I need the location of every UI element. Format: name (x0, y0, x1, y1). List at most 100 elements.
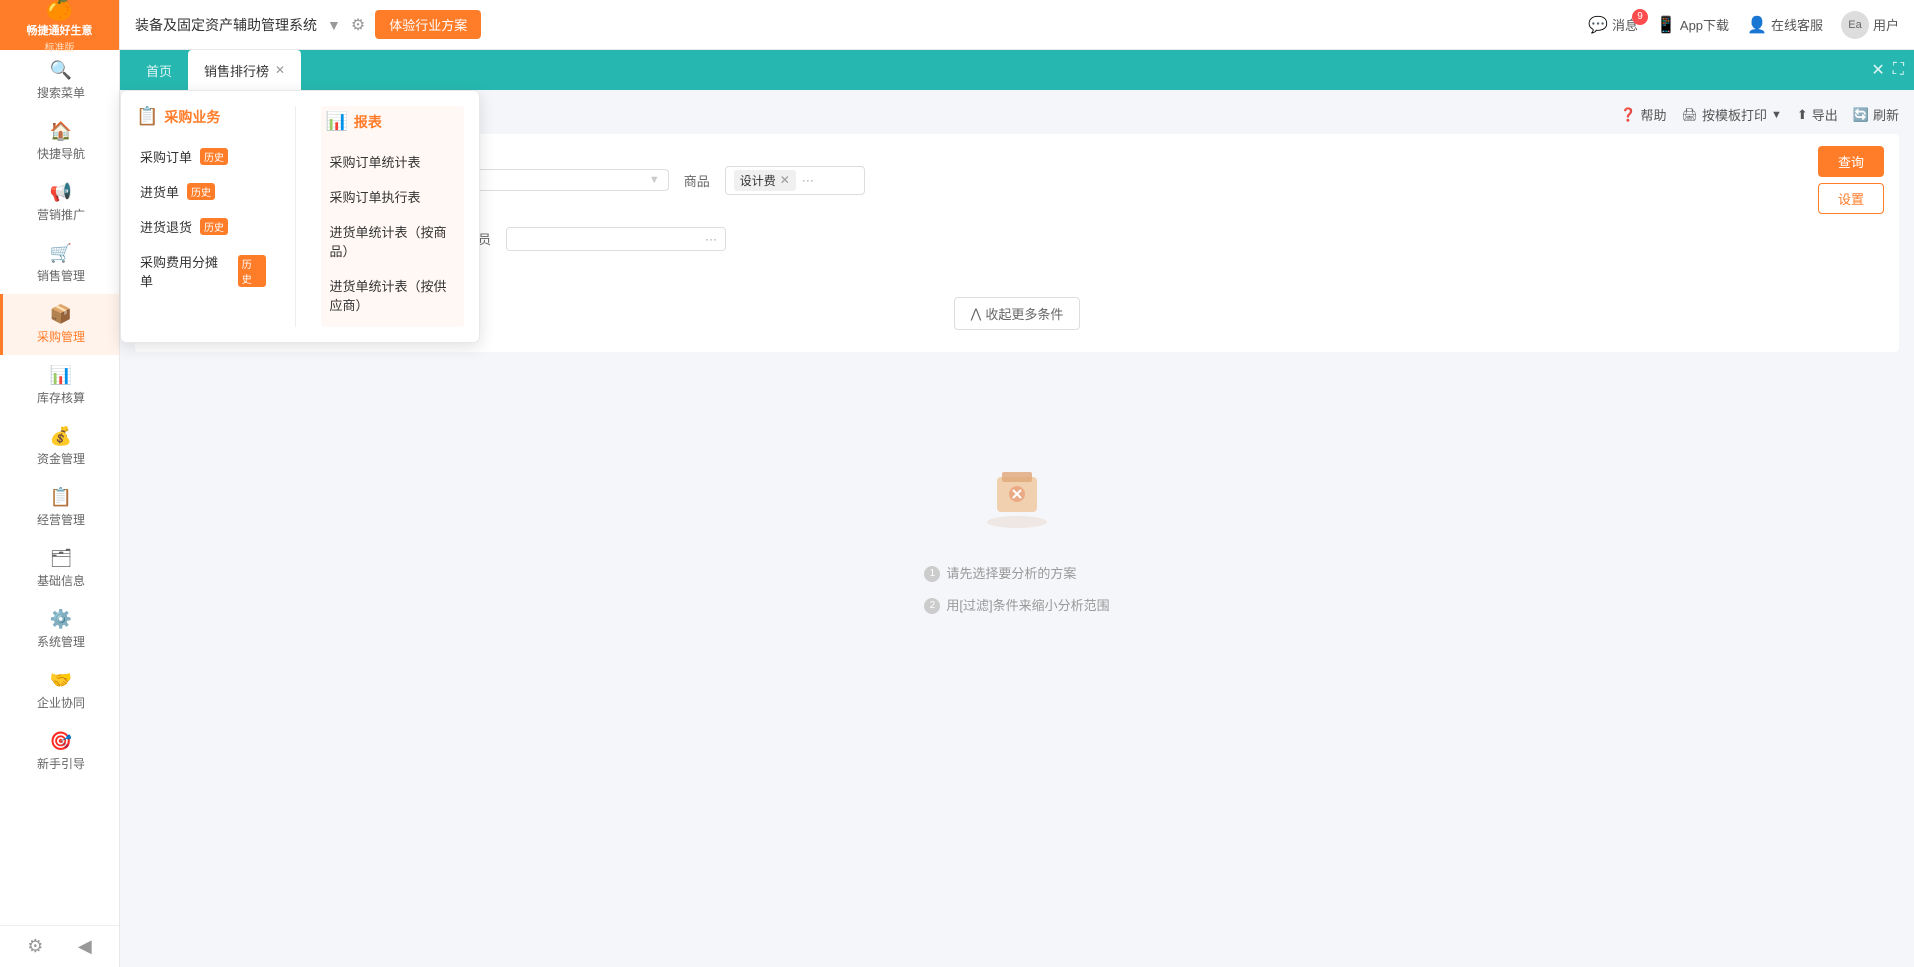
dropdown-label-incoming: 进货单 (140, 182, 179, 201)
history-badge-4: 历史 (238, 255, 266, 287)
sidebar-item-finance[interactable]: 💰 资金管理 (0, 416, 119, 477)
tab-home[interactable]: 首页 (130, 50, 188, 90)
message-badge: 9 (1632, 9, 1648, 25)
dropdown-item-incoming-goods[interactable]: 进货单统计表（按商品） (326, 214, 460, 268)
footer-collapse-icon[interactable]: ◀ (78, 936, 92, 957)
sidebar-item-sales[interactable]: 🛒 销售管理 (0, 233, 119, 294)
sidebar-label-purchase: 采购管理 (37, 328, 85, 345)
dropdown-columns: 📋 采购业务 采购订单 历史 进货单 历史 进货退货 历史 采购费用分摊单 历史 (136, 106, 464, 327)
dropdown-item-return[interactable]: 进货退货 历史 (136, 209, 270, 244)
sidebar-label-sales: 销售管理 (37, 267, 85, 284)
dropdown-item-cost[interactable]: 采购费用分摊单 历史 (136, 244, 270, 298)
finance-icon: 💰 (50, 426, 72, 447)
window-close-icon[interactable]: ✕ (1871, 60, 1884, 80)
print-icon: 🖨 (1681, 107, 1698, 123)
dropdown-item-incoming-supplier[interactable]: 进货单统计表（按供应商） (326, 268, 460, 322)
purchase-col-title: 📋 采购业务 (136, 106, 270, 127)
industry-btn[interactable]: 体验行业方案 (375, 10, 481, 39)
help-btn[interactable]: ❓ 帮助 (1620, 105, 1666, 124)
window-expand-icon[interactable]: ⛶ (1893, 61, 1904, 79)
sidebar-label-quicknav: 快捷导航 (37, 145, 85, 162)
export-icon: ⬆ (1797, 107, 1808, 123)
top-header: 装备及固定资产辅助管理系统 ▼ ⚙ 体验行业方案 💬 9 消息 📱 App下载 … (120, 0, 1914, 50)
help-icon: ❓ (1620, 107, 1636, 123)
user-btn[interactable]: Ea 用户 (1841, 11, 1899, 39)
filter-actions: 查询 设置 (1818, 146, 1884, 214)
report-col-icon: 📊 (326, 111, 348, 132)
dropdown-item-incoming[interactable]: 进货单 历史 (136, 174, 270, 209)
newbie-icon: 🎯 (50, 731, 72, 752)
print-dropdown-icon[interactable]: ▼ (1771, 109, 1782, 121)
dropdown-item-order-exec[interactable]: 采购订单执行表 (326, 179, 460, 214)
empty-icon-svg (967, 442, 1067, 542)
message-icon: 💬 (1588, 15, 1608, 35)
dropdown-label-order-stats: 采购订单统计表 (330, 152, 421, 171)
header-right: 💬 9 消息 📱 App下载 👤 在线客服 Ea 用户 (1588, 11, 1899, 39)
service-icon: 👤 (1747, 15, 1767, 35)
sidebar-label-search: 搜索菜单 (37, 84, 85, 101)
sidebar-item-system[interactable]: ⚙️ 系统管理 (0, 599, 119, 660)
enterprise-icon: 🤝 (50, 670, 72, 691)
sidebar-item-inventory[interactable]: 📊 库存核算 (0, 355, 119, 416)
service-label: 在线客服 (1771, 15, 1823, 34)
sidebar-footer: ⚙ ◀ (0, 925, 119, 967)
app-label: App下载 (1680, 15, 1729, 34)
status-select[interactable]: ▼ (449, 169, 669, 191)
tab-close-icon[interactable]: ✕ (275, 63, 285, 77)
refresh-btn[interactable]: 🔄 刷新 (1853, 105, 1899, 124)
settings-gear-icon[interactable]: ⚙ (351, 15, 365, 35)
footer-settings-icon[interactable]: ⚙ (27, 936, 43, 957)
goods-dots[interactable]: ··· (802, 173, 814, 187)
tip2-text: 用[过滤]条件来缩小分析范围 (946, 593, 1109, 619)
sales-icon: 🛒 (50, 243, 72, 264)
inventory-icon: 📊 (50, 365, 72, 386)
tab-home-label: 首页 (146, 61, 172, 80)
dropdown-item-purchase-order[interactable]: 采购订单 历史 (136, 139, 270, 174)
sidebar-item-quicknav[interactable]: 🏠 快捷导航 (0, 111, 119, 172)
sidebar-item-purchase[interactable]: 📦 采购管理 (0, 294, 119, 355)
export-btn[interactable]: ⬆ 导出 (1797, 105, 1838, 124)
dropdown-label-order-exec: 采购订单执行表 (330, 187, 421, 206)
report-col: 📊 报表 采购订单统计表 采购订单执行表 进货单统计表（按商品） 进货单统计表（… (321, 106, 465, 327)
sidebar-item-enterprise[interactable]: 🤝 企业协同 (0, 660, 119, 721)
dropdown-arrow[interactable]: ▼ (327, 17, 341, 33)
empty-state: 1 请先选择要分析的方案 2 用[过滤]条件来缩小分析范围 (135, 362, 1899, 699)
tab-sales-rank[interactable]: 销售排行榜 ✕ (188, 50, 301, 90)
refresh-label: 刷新 (1873, 105, 1899, 124)
sidebar-item-search[interactable]: 🔍 搜索菜单 (0, 50, 119, 111)
goods-input[interactable]: 设计费 ✕ ··· (725, 166, 865, 195)
dropdown-divider (295, 106, 296, 327)
empty-text: 1 请先选择要分析的方案 2 用[过滤]条件来缩小分析范围 (924, 561, 1109, 619)
purchase-col-title-text: 采购业务 (164, 107, 220, 127)
sidebar-label-system: 系统管理 (37, 633, 85, 650)
online-service-btn[interactable]: 👤 在线客服 (1747, 15, 1823, 35)
dropdown-item-order-stats[interactable]: 采购订单统计表 (326, 144, 460, 179)
marketing-icon: 📢 (50, 182, 72, 203)
user-label: 用户 (1873, 15, 1899, 34)
logo-title: 畅捷通好生意 (27, 24, 93, 38)
salesperson-select[interactable]: ··· (506, 227, 726, 251)
logo-icon: 🍊 (46, 0, 73, 22)
sidebar-item-basic[interactable]: 🗂 基础信息 (0, 538, 119, 599)
purchase-icon: 📦 (50, 304, 72, 325)
message-btn[interactable]: 💬 9 消息 (1588, 15, 1638, 35)
goods-tag-close-icon[interactable]: ✕ (780, 173, 790, 187)
print-btn[interactable]: 🖨 按模板打印 ▼ (1681, 105, 1781, 124)
collapse-btn[interactable]: ⋀ 收起更多条件 (954, 297, 1081, 330)
sidebar-item-marketing[interactable]: 📢 营销推广 (0, 172, 119, 233)
search-icon: 🔍 (50, 60, 72, 81)
sidebar-label-finance: 资金管理 (37, 450, 85, 467)
sidebar-item-operation[interactable]: 📋 经营管理 (0, 477, 119, 538)
avatar: Ea (1841, 11, 1869, 39)
sidebar: 🍊 畅捷通好生意 标准版 🔍 搜索菜单 🏠 快捷导航 📢 营销推广 🛒 销售管理… (0, 0, 120, 967)
settings-btn[interactable]: 设置 (1818, 183, 1884, 214)
app-download-btn[interactable]: 📱 App下载 (1656, 15, 1729, 35)
sidebar-item-newbie[interactable]: 🎯 新手引导 (0, 721, 119, 782)
help-label: 帮助 (1640, 105, 1666, 124)
sidebar-label-operation: 经营管理 (37, 511, 85, 528)
status-dropdown-icon: ▼ (649, 174, 660, 186)
operation-icon: 📋 (50, 487, 72, 508)
query-btn[interactable]: 查询 (1818, 146, 1884, 177)
salesperson-dots[interactable]: ··· (705, 232, 717, 246)
system-title: 装备及固定资产辅助管理系统 (135, 15, 317, 35)
